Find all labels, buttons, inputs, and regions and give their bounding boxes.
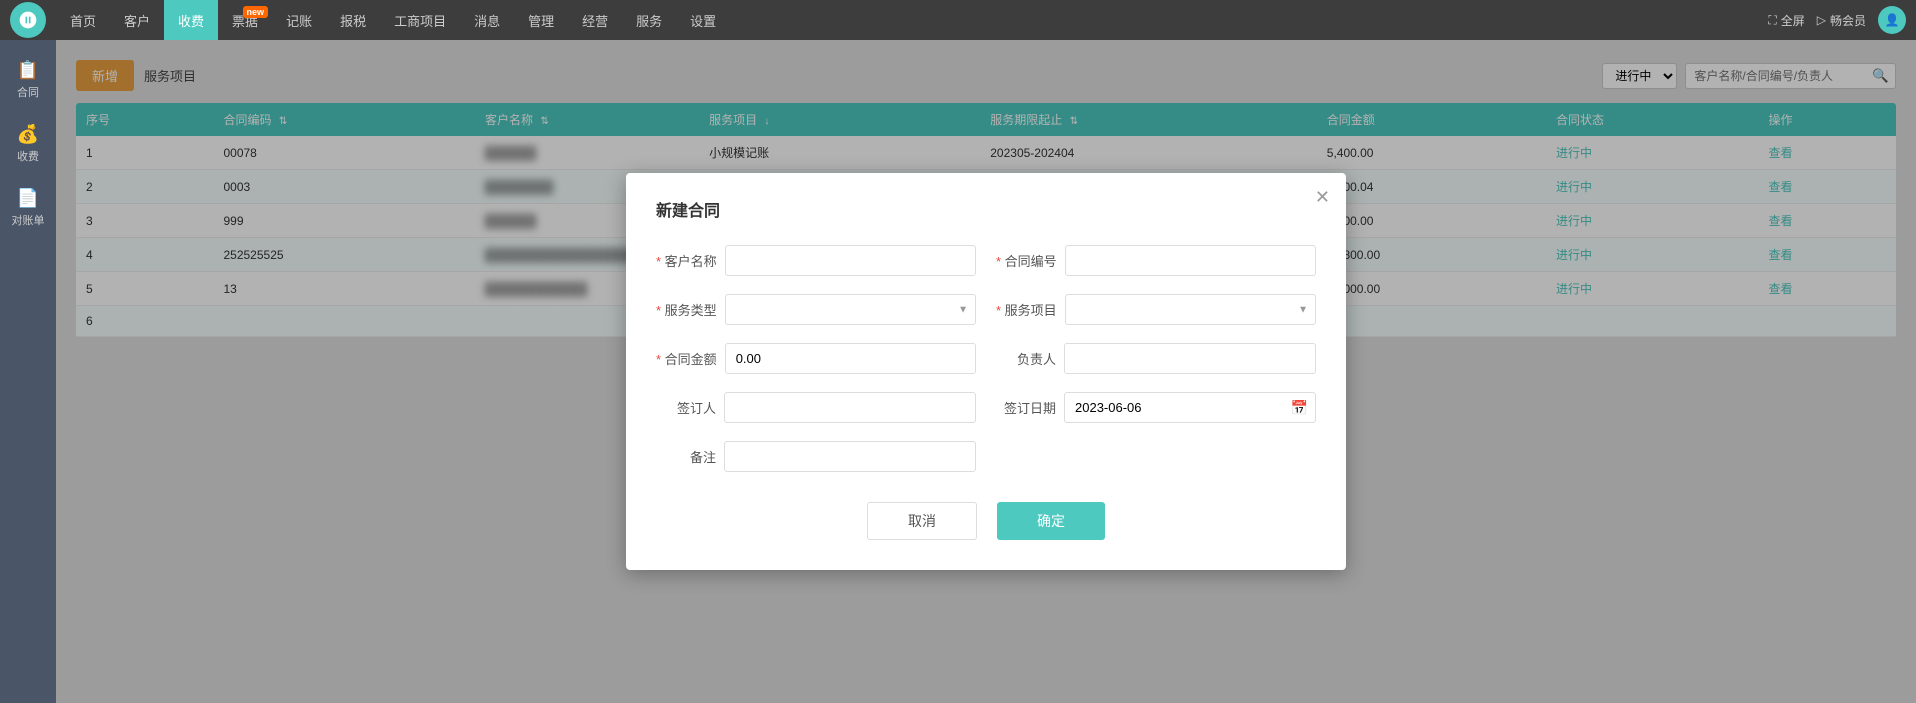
service-type-select[interactable] <box>725 294 976 325</box>
sidebar-item-statement[interactable]: 📄 对账单 <box>0 178 56 238</box>
customer-name-label: 客户名称 <box>656 251 717 270</box>
avatar[interactable]: 👤 <box>1878 6 1906 34</box>
nav-right-area: ⛶ 全屏 ▷ 畅会员 👤 <box>1768 6 1906 34</box>
nav-settings[interactable]: 设置 <box>676 0 730 40</box>
confirm-button[interactable]: 确定 <box>997 502 1105 540</box>
nav-message[interactable]: 消息 <box>460 0 514 40</box>
play-icon: ▷ <box>1817 13 1826 27</box>
field-customer-name: 客户名称 <box>656 245 976 276</box>
contract-icon: 📋 <box>17 60 39 81</box>
app-logo <box>10 2 46 38</box>
contract-no-label: 合同编号 <box>996 251 1057 270</box>
field-responsible-person: 负责人 <box>996 343 1316 374</box>
form-row-3: 合同金额 负责人 <box>656 343 1316 374</box>
avatar-icon: 👤 <box>1885 13 1900 27</box>
field-signatory: 签订人 <box>656 392 976 423</box>
form-row-2: 服务类型 ▼ 服务项目 ▼ <box>656 294 1316 325</box>
top-navigation: 首页 客户 收费 票据 new 记账 报税 工商项目 消息 管理 经营 服务 设… <box>0 0 1916 40</box>
customer-name-input[interactable] <box>725 245 976 276</box>
sidebar-item-contract[interactable]: 📋 合同 <box>0 50 56 110</box>
contract-no-input[interactable] <box>1065 245 1316 276</box>
fullscreen-icon: ⛶ <box>1768 13 1776 28</box>
service-item-label: 服务项目 <box>996 300 1057 319</box>
field-remark: 备注 <box>656 441 976 472</box>
content-area: 新增 服务项目 进行中 已完成 全部 🔍 序号 合 <box>56 40 1916 703</box>
field-sign-date: 签订日期 📅 <box>996 392 1316 423</box>
form-row-1: 客户名称 合同编号 <box>656 245 1316 276</box>
field-contract-no: 合同编号 <box>996 245 1316 276</box>
nav-service[interactable]: 服务 <box>622 0 676 40</box>
sidebar: 📋 合同 💰 收费 📄 对账单 <box>0 40 56 703</box>
service-item-select-wrap: ▼ <box>1065 294 1316 325</box>
nav-tax[interactable]: 报税 <box>326 0 380 40</box>
field-contract-amount: 合同金额 <box>656 343 976 374</box>
contract-amount-label: 合同金额 <box>656 349 717 368</box>
responsible-person-label: 负责人 <box>996 349 1056 368</box>
form-row-5: 备注 <box>656 441 1316 472</box>
new-badge: new <box>243 6 269 18</box>
form-row-4: 签订人 签订日期 📅 <box>656 392 1316 423</box>
signatory-label: 签订人 <box>656 398 716 417</box>
remark-label: 备注 <box>656 447 716 466</box>
modal-title: 新建合同 <box>656 197 1316 221</box>
modal-overlay: 新建合同 ✕ 客户名称 合同编号 服务类型 <box>56 40 1916 703</box>
service-item-select[interactable] <box>1065 294 1316 325</box>
nav-fee[interactable]: 收费 <box>164 0 218 40</box>
remark-input[interactable] <box>724 441 976 472</box>
member-btn[interactable]: ▷ 畅会员 <box>1817 12 1866 29</box>
sign-date-wrap: 📅 <box>1064 392 1316 423</box>
field-service-item: 服务项目 ▼ <box>996 294 1316 325</box>
nav-manage[interactable]: 管理 <box>514 0 568 40</box>
cancel-button[interactable]: 取消 <box>867 502 977 540</box>
new-contract-modal: 新建合同 ✕ 客户名称 合同编号 服务类型 <box>626 173 1346 570</box>
modal-footer: 取消 确定 <box>656 502 1316 540</box>
nav-invoice[interactable]: 票据 new <box>218 0 272 40</box>
sign-date-input[interactable] <box>1064 392 1316 423</box>
signatory-input[interactable] <box>724 392 976 423</box>
fullscreen-btn[interactable]: ⛶ 全屏 <box>1768 12 1804 29</box>
fee-icon: 💰 <box>17 124 39 145</box>
sign-date-label: 签订日期 <box>996 398 1056 417</box>
nav-accounting[interactable]: 记账 <box>272 0 326 40</box>
sidebar-item-fee[interactable]: 💰 收费 <box>0 114 56 174</box>
main-layout: 📋 合同 💰 收费 📄 对账单 新增 服务项目 进行中 已完成 全部 <box>0 40 1916 703</box>
statement-icon: 📄 <box>17 188 39 209</box>
field-service-type: 服务类型 ▼ <box>656 294 976 325</box>
nav-home[interactable]: 首页 <box>56 0 110 40</box>
service-type-label: 服务类型 <box>656 300 717 319</box>
calendar-icon[interactable]: 📅 <box>1291 399 1308 416</box>
contract-amount-input[interactable] <box>725 343 976 374</box>
nav-business[interactable]: 工商项目 <box>380 0 460 40</box>
nav-customer[interactable]: 客户 <box>110 0 164 40</box>
nav-operation[interactable]: 经营 <box>568 0 622 40</box>
responsible-person-input[interactable] <box>1064 343 1316 374</box>
service-type-select-wrap: ▼ <box>725 294 976 325</box>
modal-close-button[interactable]: ✕ <box>1315 187 1330 208</box>
